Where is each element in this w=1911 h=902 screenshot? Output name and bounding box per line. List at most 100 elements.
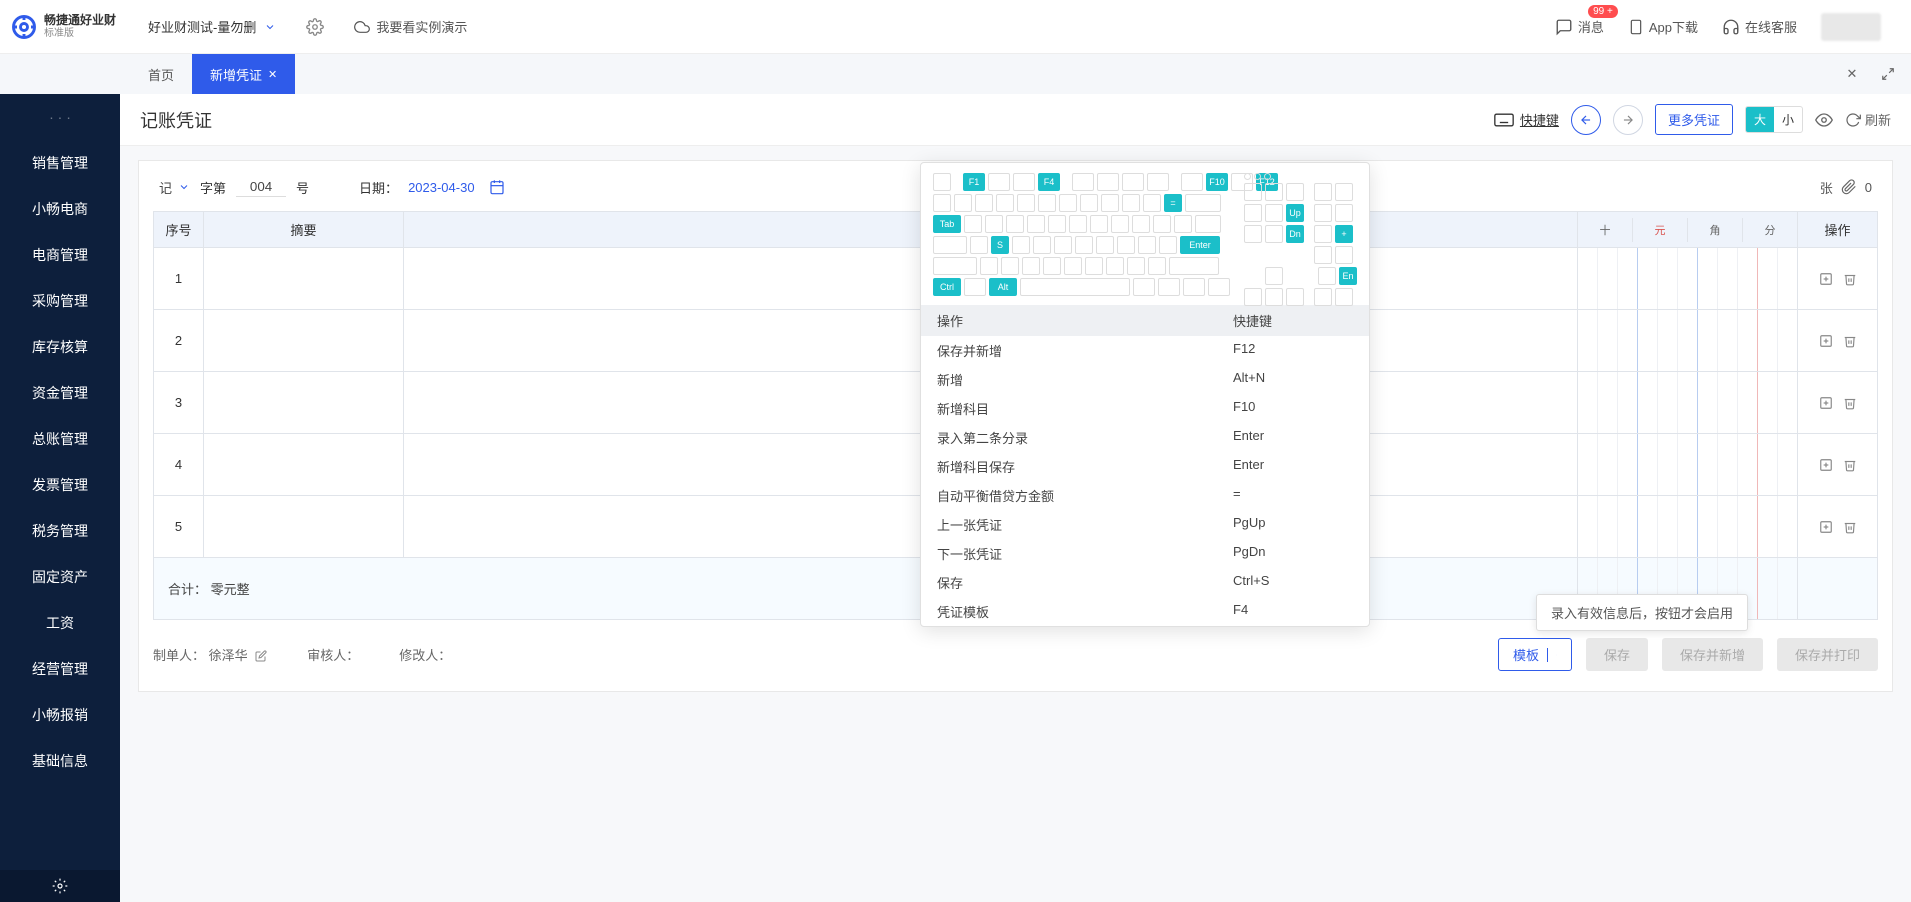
arrow-right-icon — [1621, 113, 1635, 127]
voucher-number-input[interactable] — [236, 177, 286, 197]
summary-cell[interactable] — [204, 434, 404, 496]
sidebar-item-base-info[interactable]: 基础信息 — [0, 738, 120, 784]
template-button[interactable]: 模板 — [1498, 638, 1572, 671]
calendar-icon — [489, 179, 505, 195]
summary-cell[interactable] — [204, 496, 404, 558]
trash-icon — [1843, 396, 1857, 410]
delete-row-button[interactable] — [1843, 520, 1857, 534]
logo-title: 畅捷通好业财 — [44, 14, 116, 27]
credit-cell[interactable] — [1578, 496, 1798, 558]
close-icon[interactable]: ✕ — [268, 68, 277, 81]
logo-icon — [10, 13, 38, 41]
plus-square-icon — [1819, 520, 1833, 534]
row-actions — [1798, 372, 1878, 434]
credit-cell[interactable] — [1578, 310, 1798, 372]
summary-cell[interactable] — [204, 372, 404, 434]
row-seq: 5 — [154, 496, 204, 558]
next-voucher-button[interactable] — [1613, 105, 1643, 135]
refresh-icon — [1845, 112, 1861, 128]
prev-voucher-button[interactable] — [1571, 105, 1601, 135]
refresh-button[interactable]: 刷新 — [1845, 110, 1891, 129]
sidebar-item-ecommerce[interactable]: 电商管理 — [0, 232, 120, 278]
logo: 畅捷通好业财 标准版 — [10, 13, 130, 41]
customer-service-button[interactable]: 在线客服 — [1722, 17, 1797, 36]
sidebar-item-ecommerce-xc[interactable]: 小畅电商 — [0, 186, 120, 232]
tab-home[interactable]: 首页 — [130, 54, 192, 94]
delete-row-button[interactable] — [1843, 458, 1857, 472]
add-row-button[interactable] — [1819, 272, 1833, 286]
col-seq: 序号 — [154, 212, 204, 248]
credit-cell[interactable] — [1578, 434, 1798, 496]
add-row-button[interactable] — [1819, 334, 1833, 348]
app-download-button[interactable]: App下载 — [1628, 17, 1698, 36]
sidebar-item-truncated[interactable]: · · · — [0, 94, 120, 140]
gear-icon — [52, 878, 68, 894]
shortcut-row: 新增科目F10 — [921, 394, 1369, 423]
cloud-icon — [354, 19, 370, 35]
summary-cell[interactable] — [204, 248, 404, 310]
eye-icon — [1815, 111, 1833, 129]
more-vouchers-button[interactable]: 更多凭证 — [1655, 104, 1733, 135]
voucher-type[interactable]: 记 — [159, 178, 190, 197]
sidebar-settings-button[interactable] — [0, 870, 120, 902]
org-selector[interactable]: 好业财测试-量勿删 — [148, 17, 276, 36]
sidebar-item-assets[interactable]: 固定资产 — [0, 554, 120, 600]
sidebar-item-sales[interactable]: 销售管理 — [0, 140, 120, 186]
add-row-button[interactable] — [1819, 520, 1833, 534]
trash-icon — [1843, 520, 1857, 534]
row-actions — [1798, 310, 1878, 372]
save-button: 保存 — [1586, 638, 1648, 671]
sidebar-item-operation[interactable]: 经营管理 — [0, 646, 120, 692]
message-icon — [1555, 18, 1573, 36]
shortcut-button[interactable]: 快捷键 — [1494, 110, 1559, 129]
credit-cell[interactable] — [1578, 372, 1798, 434]
shortcut-popover: F1F4 F10F12 = Tab SEnter CtrlAlt Up Dn+ … — [920, 162, 1370, 627]
sidebar-item-inventory[interactable]: 库存核算 — [0, 324, 120, 370]
calendar-button[interactable] — [489, 179, 505, 195]
plus-square-icon — [1819, 396, 1833, 410]
sidebar: · · · 销售管理 小畅电商 电商管理 采购管理 库存核算 资金管理 总账管理… — [0, 94, 120, 902]
save-print-button: 保存并打印 — [1777, 638, 1878, 671]
shortcut-row: 保存并新增F12 — [921, 336, 1369, 365]
close-all-button[interactable]: ✕ — [1839, 61, 1865, 87]
settings-button[interactable] — [306, 18, 324, 36]
add-row-button[interactable] — [1819, 396, 1833, 410]
shortcut-row: 凭证模板F4 — [921, 597, 1369, 626]
attachment-icon[interactable] — [1841, 179, 1857, 195]
view-button[interactable] — [1815, 111, 1833, 129]
col-summary: 摘要 — [204, 212, 404, 248]
sidebar-item-funds[interactable]: 资金管理 — [0, 370, 120, 416]
headset-icon — [1722, 18, 1740, 36]
shortcut-row: 下一张凭证PgDn — [921, 539, 1369, 568]
demo-link[interactable]: 我要看实例演示 — [354, 17, 467, 36]
row-seq: 2 — [154, 310, 204, 372]
tab-new-voucher[interactable]: 新增凭证 ✕ — [192, 54, 295, 94]
add-row-button[interactable] — [1819, 458, 1833, 472]
sidebar-item-salary[interactable]: 工资 — [0, 600, 120, 646]
user-avatar[interactable] — [1821, 13, 1881, 41]
delete-row-button[interactable] — [1843, 396, 1857, 410]
col-action: 操作 — [1798, 212, 1878, 248]
credit-cell[interactable] — [1578, 248, 1798, 310]
sidebar-item-purchase[interactable]: 采购管理 — [0, 278, 120, 324]
save-tooltip: 录入有效信息后，按钮才会启用 — [1536, 594, 1748, 631]
row-seq: 3 — [154, 372, 204, 434]
delete-row-button[interactable] — [1843, 272, 1857, 286]
row-actions — [1798, 248, 1878, 310]
sidebar-item-ledger[interactable]: 总账管理 — [0, 416, 120, 462]
sidebar-item-expense[interactable]: 小畅报销 — [0, 692, 120, 738]
voucher-date[interactable]: 2023-04-30 — [408, 180, 475, 195]
size-small[interactable]: 小 — [1774, 107, 1802, 132]
size-large[interactable]: 大 — [1746, 107, 1774, 132]
fullscreen-button[interactable] — [1875, 61, 1901, 87]
delete-row-button[interactable] — [1843, 334, 1857, 348]
summary-cell[interactable] — [204, 310, 404, 372]
modifier-label: 修改人： — [399, 645, 451, 664]
sidebar-item-tax[interactable]: 税务管理 — [0, 508, 120, 554]
save-new-button: 保存并新增 — [1662, 638, 1763, 671]
message-badge: 99 + — [1588, 5, 1618, 18]
messages-button[interactable]: 消息 99 + — [1555, 17, 1604, 36]
plus-square-icon — [1819, 272, 1833, 286]
sidebar-item-invoice[interactable]: 发票管理 — [0, 462, 120, 508]
edit-icon[interactable] — [255, 650, 267, 662]
